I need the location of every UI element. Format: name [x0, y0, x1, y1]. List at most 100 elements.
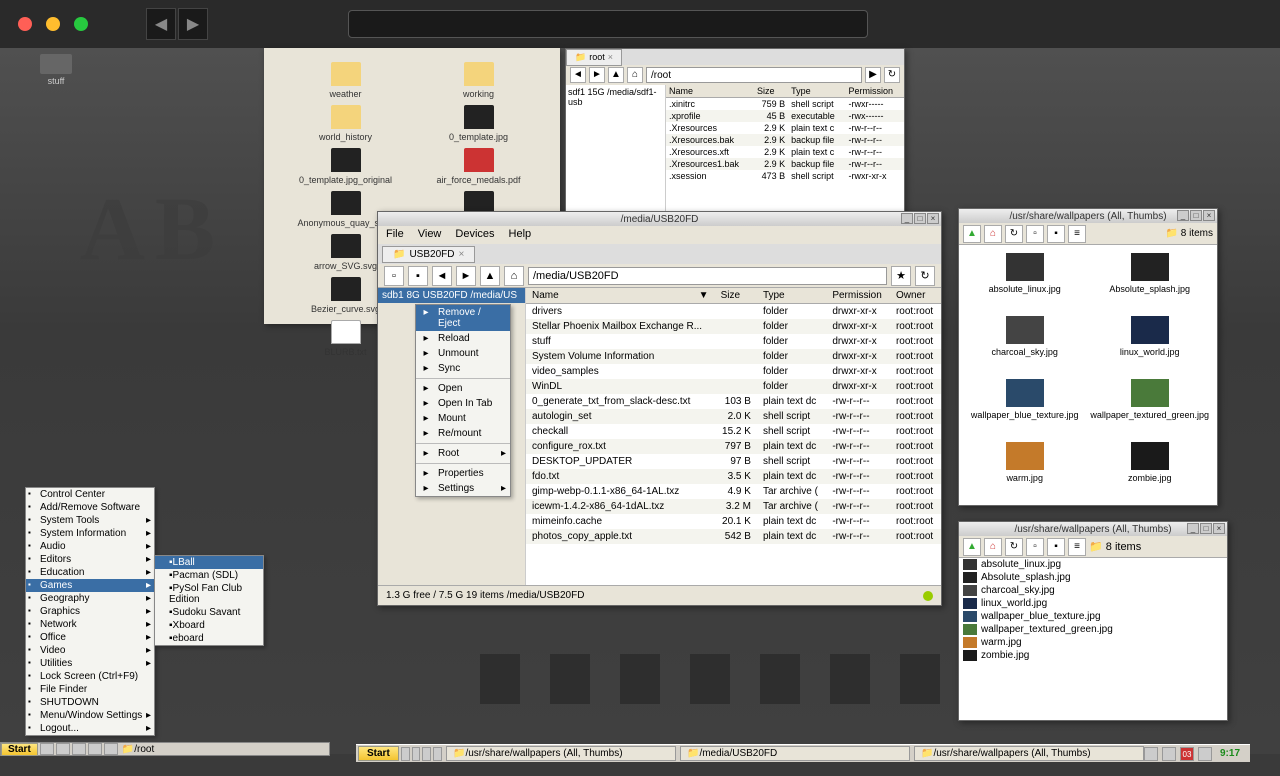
refresh-icon[interactable]: ↻	[1005, 225, 1023, 243]
tray-icon[interactable]	[104, 743, 118, 755]
close-icon[interactable]: ×	[1213, 523, 1225, 534]
list-item[interactable]: absolute_linux.jpg	[959, 558, 1227, 571]
thumbnail-item[interactable]: linux_world.jpg	[1090, 316, 1209, 371]
refresh-icon[interactable]: ↻	[884, 67, 900, 83]
maximize-icon[interactable]: □	[914, 213, 926, 224]
tray-icon[interactable]	[56, 743, 70, 755]
menu-item[interactable]: ▪Network▸	[26, 618, 154, 631]
menu-item[interactable]: ▪Geography▸	[26, 592, 154, 605]
close-icon[interactable]: ×	[458, 249, 464, 260]
taskbar-task[interactable]: 📁/media/USB20FD	[680, 746, 910, 761]
menu-item[interactable]: ▪Games▸	[26, 579, 154, 592]
menu-item[interactable]: Help	[509, 228, 532, 242]
menu-item[interactable]: ▪System Tools▸	[26, 514, 154, 527]
table-row[interactable]: .Xresources2.9 Kplain text c-rw-r--r--	[666, 122, 904, 134]
tray-icon[interactable]	[72, 743, 86, 755]
menu-item[interactable]: View	[418, 228, 442, 242]
path-input[interactable]	[528, 267, 887, 285]
list-item[interactable]: zombie.jpg	[959, 649, 1227, 662]
column-header[interactable]: Name	[666, 85, 754, 98]
table-row[interactable]: fdo.txt3.5 Kplain text dc-rw-r--r--root:…	[526, 469, 941, 484]
tray-icon[interactable]	[1198, 747, 1212, 761]
menu-item[interactable]: ▸Properties	[416, 466, 510, 481]
view-icon[interactable]: ≡	[1068, 225, 1086, 243]
view-icon[interactable]: ▫	[1026, 538, 1044, 556]
table-row[interactable]: autologin_set2.0 Kshell script-rw-r--r--…	[526, 409, 941, 424]
up-icon[interactable]: ▲	[480, 266, 500, 286]
column-header[interactable]: Size	[754, 85, 788, 98]
tab-root[interactable]: 📁 root ×	[566, 49, 622, 66]
minimize-icon[interactable]: _	[901, 213, 913, 224]
thumbnail-item[interactable]: absolute_linux.jpg	[967, 253, 1082, 308]
close-icon[interactable]: ×	[927, 213, 939, 224]
thumbnail-item[interactable]: charcoal_sky.jpg	[967, 316, 1082, 371]
menu-item[interactable]: ▪SHUTDOWN	[26, 696, 154, 709]
file-icon-item[interactable]: world_history	[294, 105, 397, 142]
table-row[interactable]: .Xresources.bak2.9 Kbackup file-rw-r--r-…	[666, 134, 904, 146]
go-icon[interactable]: ▶	[865, 67, 881, 83]
device-item[interactable]: sdf1 15G /media/sdf1-usb	[568, 87, 663, 107]
device-selected[interactable]: sdb1 8G USB20FD /media/US	[378, 288, 525, 303]
new-icon[interactable]: ▫	[384, 266, 404, 286]
view-icon[interactable]: ▫	[1026, 225, 1044, 243]
column-header[interactable]: Permission	[846, 85, 905, 98]
close-icon[interactable]: ×	[1203, 210, 1215, 221]
back-icon[interactable]: ◄	[570, 67, 586, 83]
quick-launch-icon[interactable]	[422, 747, 431, 761]
menu-item[interactable]: File	[386, 228, 404, 242]
menu-item[interactable]: ▪LBall	[155, 556, 263, 569]
view-icon[interactable]: ≡	[1068, 538, 1086, 556]
menu-item[interactable]: Devices	[455, 228, 494, 242]
table-row[interactable]: checkall15.2 Kshell script-rw-r--r--root…	[526, 424, 941, 439]
close-button[interactable]	[18, 17, 32, 31]
menu-item[interactable]: ▪Utilities▸	[26, 657, 154, 670]
menu-item[interactable]: ▪File Finder	[26, 683, 154, 696]
desktop[interactable]: AB stuff weatherworkingworld_history0_te…	[0, 48, 1280, 754]
list-item[interactable]: warm.jpg	[959, 636, 1227, 649]
file-icon-item[interactable]: 0_template.jpg	[427, 105, 530, 142]
tab-usb[interactable]: 📁 USB20FD ×	[382, 246, 475, 263]
column-header[interactable]: Type	[757, 288, 826, 304]
menu-item[interactable]: ▪Menu/Window Settings▸	[26, 709, 154, 722]
file-icon-item[interactable]: working	[427, 62, 530, 99]
column-header[interactable]: Permission	[826, 288, 890, 304]
column-header[interactable]: Owner	[890, 288, 941, 304]
back-button[interactable]: ◀	[146, 8, 176, 40]
refresh-icon[interactable]: ↻	[915, 266, 935, 286]
minimize-button[interactable]	[46, 17, 60, 31]
taskbar-task[interactable]: 📁/usr/share/wallpapers (All, Thumbs)	[914, 746, 1144, 761]
menu-item[interactable]: ▸Re/mount	[416, 426, 510, 441]
taskbar-task[interactable]: 📁/usr/share/wallpapers (All, Thumbs)	[446, 746, 676, 761]
minimize-icon[interactable]: _	[1177, 210, 1189, 221]
table-row[interactable]: configure_rox.txt797 Bplain text dc-rw-r…	[526, 439, 941, 454]
menu-item[interactable]: ▪Sudoku Savant	[155, 606, 263, 619]
table-row[interactable]: Stellar Phoenix Mailbox Exchange R...fol…	[526, 319, 941, 334]
menu-item[interactable]: ▸Unmount	[416, 346, 510, 361]
menu-item[interactable]: ▸Open In Tab	[416, 396, 510, 411]
minimize-icon[interactable]: _	[1187, 523, 1199, 534]
table-row[interactable]: gimp-webp-0.1.1-x86_64-1AL.txz4.9 KTar a…	[526, 484, 941, 499]
thumbnail-item[interactable]: zombie.jpg	[1090, 442, 1209, 497]
search-input[interactable]	[348, 10, 868, 38]
menu-item[interactable]: ▸Mount	[416, 411, 510, 426]
home-icon[interactable]: ⌂	[984, 538, 1002, 556]
maximize-icon[interactable]: □	[1200, 523, 1212, 534]
list-item[interactable]: charcoal_sky.jpg	[959, 584, 1227, 597]
tray-icon[interactable]	[88, 743, 102, 755]
menu-item[interactable]: ▪PySol Fan Club Edition	[155, 582, 263, 606]
menu-item[interactable]: ▪Graphics▸	[26, 605, 154, 618]
close-icon[interactable]: ×	[608, 52, 613, 62]
table-row[interactable]: mimeinfo.cache20.1 Kplain text dc-rw-r--…	[526, 514, 941, 529]
file-icon-item[interactable]: weather	[294, 62, 397, 99]
forward-icon[interactable]: ►	[456, 266, 476, 286]
list-item[interactable]: wallpaper_textured_green.jpg	[959, 623, 1227, 636]
menu-item[interactable]: ▸Sync	[416, 361, 510, 376]
quick-launch-icon[interactable]	[433, 747, 442, 761]
menu-item[interactable]: ▪Audio▸	[26, 540, 154, 553]
file-icon-item[interactable]: 0_template.jpg_original	[294, 148, 397, 185]
start-button[interactable]: Start	[1, 743, 38, 756]
table-row[interactable]: .xprofile45 Bexecutable-rwx------	[666, 110, 904, 122]
table-row[interactable]: DESKTOP_UPDATER97 Bshell script-rw-r--r-…	[526, 454, 941, 469]
menu-item[interactable]: ▪Pacman (SDL)	[155, 569, 263, 582]
forward-button[interactable]: ▶	[178, 8, 208, 40]
